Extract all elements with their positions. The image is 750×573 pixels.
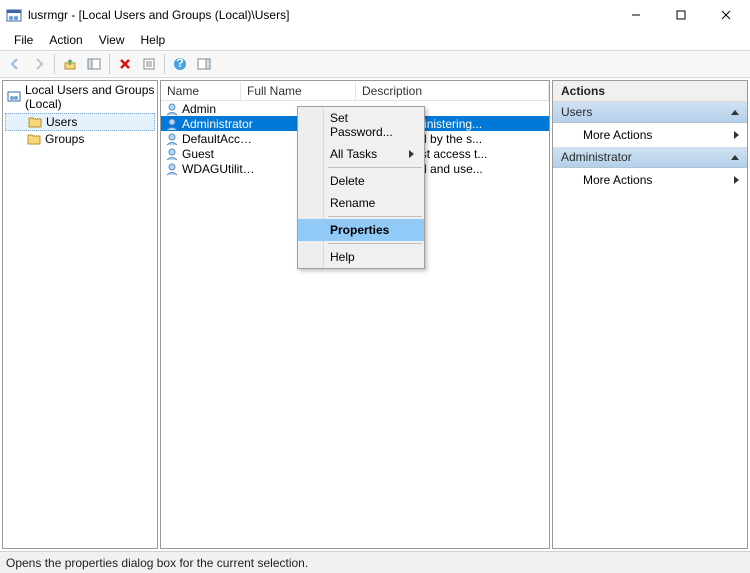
tree-root-label: Local Users and Groups (Local) — [25, 83, 157, 111]
submenu-icon — [734, 131, 739, 139]
status-bar: Opens the properties dialog box for the … — [0, 551, 750, 573]
toolbar-separator — [164, 54, 165, 74]
toolbar: ? — [0, 50, 750, 78]
context-menu-item-label: All Tasks — [330, 147, 377, 161]
back-button[interactable] — [4, 53, 26, 75]
actions-item-label: More Actions — [583, 128, 652, 142]
toolbar-separator — [54, 54, 55, 74]
actions-section-heading: Administrator — [561, 150, 632, 164]
menu-help[interactable]: Help — [133, 31, 174, 49]
submenu-icon — [734, 176, 739, 184]
maximize-button[interactable] — [658, 1, 703, 29]
show-hide-console-tree-button[interactable] — [83, 53, 105, 75]
context-menu-item[interactable]: All Tasks — [298, 143, 424, 165]
actions-title: Actions — [553, 81, 747, 102]
context-menu-item[interactable]: Help — [298, 246, 424, 268]
user-icon — [165, 162, 179, 176]
mmc-icon — [7, 89, 21, 106]
context-menu-item-label: Rename — [330, 196, 375, 210]
properties-button[interactable] — [138, 53, 160, 75]
menu-bar: File Action View Help — [0, 30, 750, 50]
svg-text:?: ? — [176, 57, 183, 70]
tree-item-label: Users — [46, 115, 77, 129]
up-one-level-button[interactable] — [59, 53, 81, 75]
menu-file[interactable]: File — [6, 31, 41, 49]
context-menu-item[interactable]: Delete — [298, 170, 424, 192]
context-menu-item-label: Properties — [330, 223, 389, 237]
cell-name: Administrator — [182, 117, 255, 131]
tree-item-users[interactable]: Users — [5, 113, 155, 131]
collapse-icon — [731, 155, 739, 160]
column-header-fullname[interactable]: Full Name — [241, 82, 356, 100]
actions-section-users[interactable]: Users — [553, 102, 747, 123]
folder-icon — [27, 133, 41, 145]
context-menu-item[interactable]: Set Password... — [298, 107, 424, 143]
title-bar: lusrmgr - [Local Users and Groups (Local… — [0, 0, 750, 30]
toolbar-separator — [109, 54, 110, 74]
actions-section-heading: Users — [561, 105, 592, 119]
column-header-description[interactable]: Description — [356, 82, 549, 100]
context-menu-item[interactable]: Rename — [298, 192, 424, 214]
actions-item-label: More Actions — [583, 173, 652, 187]
tree-item-groups[interactable]: Groups — [3, 131, 157, 147]
menu-action[interactable]: Action — [41, 31, 90, 49]
user-icon — [165, 102, 179, 116]
context-menu-item-label: Set Password... — [330, 111, 414, 139]
show-hide-action-pane-button[interactable] — [193, 53, 215, 75]
tree-pane: Local Users and Groups (Local) Users Gro… — [2, 80, 158, 549]
actions-item-more-actions[interactable]: More Actions — [553, 123, 747, 147]
actions-item-more-actions[interactable]: More Actions — [553, 168, 747, 192]
folder-icon — [28, 116, 42, 128]
forward-button[interactable] — [28, 53, 50, 75]
actions-section-administrator[interactable]: Administrator — [553, 147, 747, 168]
actions-pane: Actions Users More Actions Administrator… — [552, 80, 748, 549]
column-header-name[interactable]: Name — [161, 82, 241, 100]
menu-view[interactable]: View — [91, 31, 133, 49]
context-menu-separator — [328, 167, 422, 168]
cell-name: Admin — [182, 102, 255, 116]
cell-name: WDAGUtility... — [182, 162, 255, 176]
cell-name: Guest — [182, 147, 255, 161]
collapse-icon — [731, 110, 739, 115]
delete-button[interactable] — [114, 53, 136, 75]
list-header: Name Full Name Description — [161, 81, 549, 101]
close-button[interactable] — [703, 1, 748, 29]
submenu-icon — [409, 150, 414, 158]
help-button[interactable]: ? — [169, 53, 191, 75]
context-menu-separator — [328, 216, 422, 217]
cell-name: DefaultAcco... — [182, 132, 255, 146]
context-menu-item-label: Delete — [330, 174, 365, 188]
window-controls — [613, 1, 748, 29]
context-menu-item[interactable]: Properties — [298, 219, 424, 241]
context-menu: Set Password... All Tasks Delete Rename Prop… — [297, 106, 425, 269]
app-icon — [6, 7, 22, 23]
user-icon — [165, 147, 179, 161]
user-icon — [165, 132, 179, 146]
window-title: lusrmgr - [Local Users and Groups (Local… — [28, 8, 613, 22]
tree-root[interactable]: Local Users and Groups (Local) — [3, 81, 157, 113]
user-icon — [165, 117, 179, 131]
minimize-button[interactable] — [613, 1, 658, 29]
tree-item-label: Groups — [45, 132, 84, 146]
status-text: Opens the properties dialog box for the … — [6, 556, 308, 570]
context-menu-item-label: Help — [330, 250, 355, 264]
context-menu-separator — [328, 243, 422, 244]
